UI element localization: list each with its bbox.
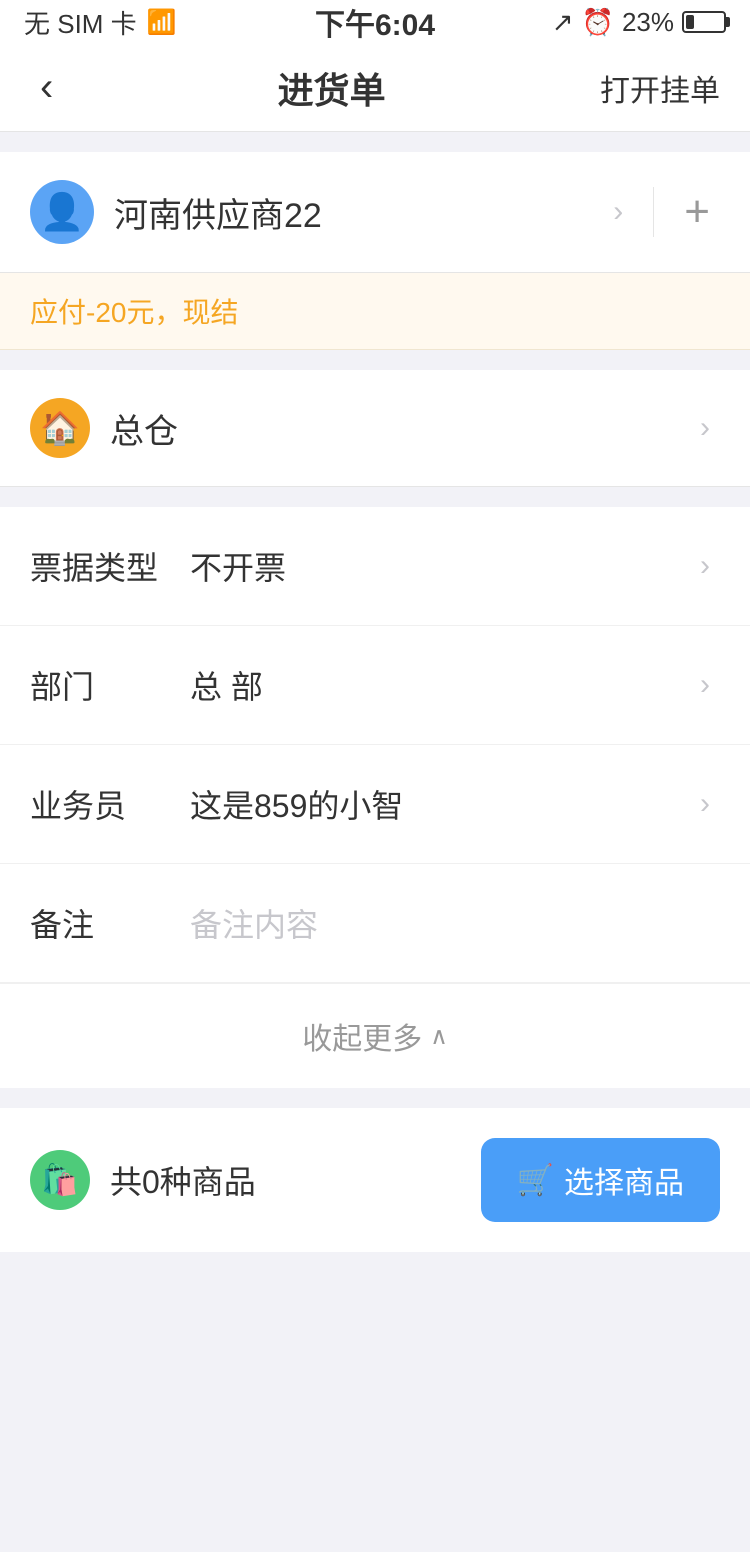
salesperson-label: 业务员 [30, 781, 170, 827]
battery-percent: 23% [622, 7, 674, 38]
product-section: 🛍️ 共0种商品 🛒 选择商品 [0, 1108, 750, 1252]
open-pending-button[interactable]: 打开挂单 [600, 66, 720, 110]
invoice-value: 不开票 [170, 543, 700, 589]
carrier-text: 无 SIM 卡 [24, 4, 137, 41]
form-row-remark[interactable]: 备注 备注内容 [0, 864, 750, 983]
collapse-arrow-icon: ∧ [430, 1022, 448, 1051]
product-row: 🛍️ 共0种商品 🛒 选择商品 [0, 1108, 750, 1252]
vertical-divider [653, 187, 654, 237]
warehouse-chevron-icon: › [700, 411, 710, 445]
back-button[interactable]: ‹ [30, 55, 63, 120]
page-title: 进货单 [278, 62, 386, 114]
supplier-chevron-icon: › [613, 195, 623, 229]
remark-label: 备注 [30, 900, 170, 946]
alarm-icon: ⏰ [582, 7, 614, 38]
supplier-name: 河南供应商22 [114, 188, 613, 237]
battery-bar [682, 11, 726, 33]
section-gap-3 [0, 487, 750, 507]
status-time: 下午6:04 [315, 0, 435, 44]
product-icon: 🛍️ [41, 1163, 78, 1198]
bottom-fill [0, 1252, 750, 1552]
department-label: 部门 [30, 662, 170, 708]
form-row-salesperson[interactable]: 业务员 这是859的小智 › [0, 745, 750, 864]
status-left: 无 SIM 卡 📶 [24, 4, 177, 41]
department-value: 总 部 [170, 662, 700, 708]
form-section: 票据类型 不开票 › 部门 总 部 › 业务员 这是859的小智 › 备注 备注… [0, 507, 750, 1088]
location-icon: ↗ [552, 7, 574, 38]
collapse-label: 收起更多 [302, 1014, 422, 1058]
add-supplier-button[interactable]: + [674, 187, 720, 237]
status-bar: 无 SIM 卡 📶 下午6:04 ↗ ⏰ 23% [0, 0, 750, 44]
section-gap-4 [0, 1088, 750, 1108]
warehouse-row[interactable]: 🏠 总仓 › [0, 370, 750, 487]
department-chevron-icon: › [700, 668, 710, 702]
battery-fill [686, 15, 694, 29]
supplier-notice: 应付-20元，现结 [0, 273, 750, 350]
salesperson-chevron-icon: › [700, 787, 710, 821]
invoice-label: 票据类型 [30, 543, 170, 589]
supplier-avatar: 👤 [30, 180, 94, 244]
select-product-icon: 🛒 [517, 1163, 554, 1198]
collapse-button[interactable]: 收起更多 ∧ [0, 983, 750, 1088]
avatar-icon: 👤 [40, 191, 85, 233]
nav-bar: ‹ 进货单 打开挂单 [0, 44, 750, 132]
warehouse-section: 🏠 总仓 › [0, 370, 750, 487]
supplier-section: 👤 河南供应商22 › + 应付-20元，现结 [0, 152, 750, 350]
form-row-invoice[interactable]: 票据类型 不开票 › [0, 507, 750, 626]
remark-placeholder: 备注内容 [170, 900, 720, 946]
warehouse-icon: 🏠 [40, 409, 80, 447]
select-product-label: 选择商品 [564, 1158, 684, 1202]
supplier-row[interactable]: 👤 河南供应商22 › + [0, 152, 750, 273]
section-gap-2 [0, 350, 750, 370]
invoice-chevron-icon: › [700, 549, 710, 583]
product-icon-wrap: 🛍️ [30, 1150, 90, 1210]
product-count: 共0种商品 [110, 1157, 481, 1203]
section-gap-1 [0, 132, 750, 152]
select-product-button[interactable]: 🛒 选择商品 [481, 1138, 720, 1222]
form-row-department[interactable]: 部门 总 部 › [0, 626, 750, 745]
warehouse-icon-wrap: 🏠 [30, 398, 90, 458]
wifi-icon: 📶 [147, 8, 177, 37]
salesperson-value: 这是859的小智 [170, 781, 700, 827]
status-right: ↗ ⏰ 23% [552, 7, 726, 38]
warehouse-name: 总仓 [110, 404, 700, 453]
